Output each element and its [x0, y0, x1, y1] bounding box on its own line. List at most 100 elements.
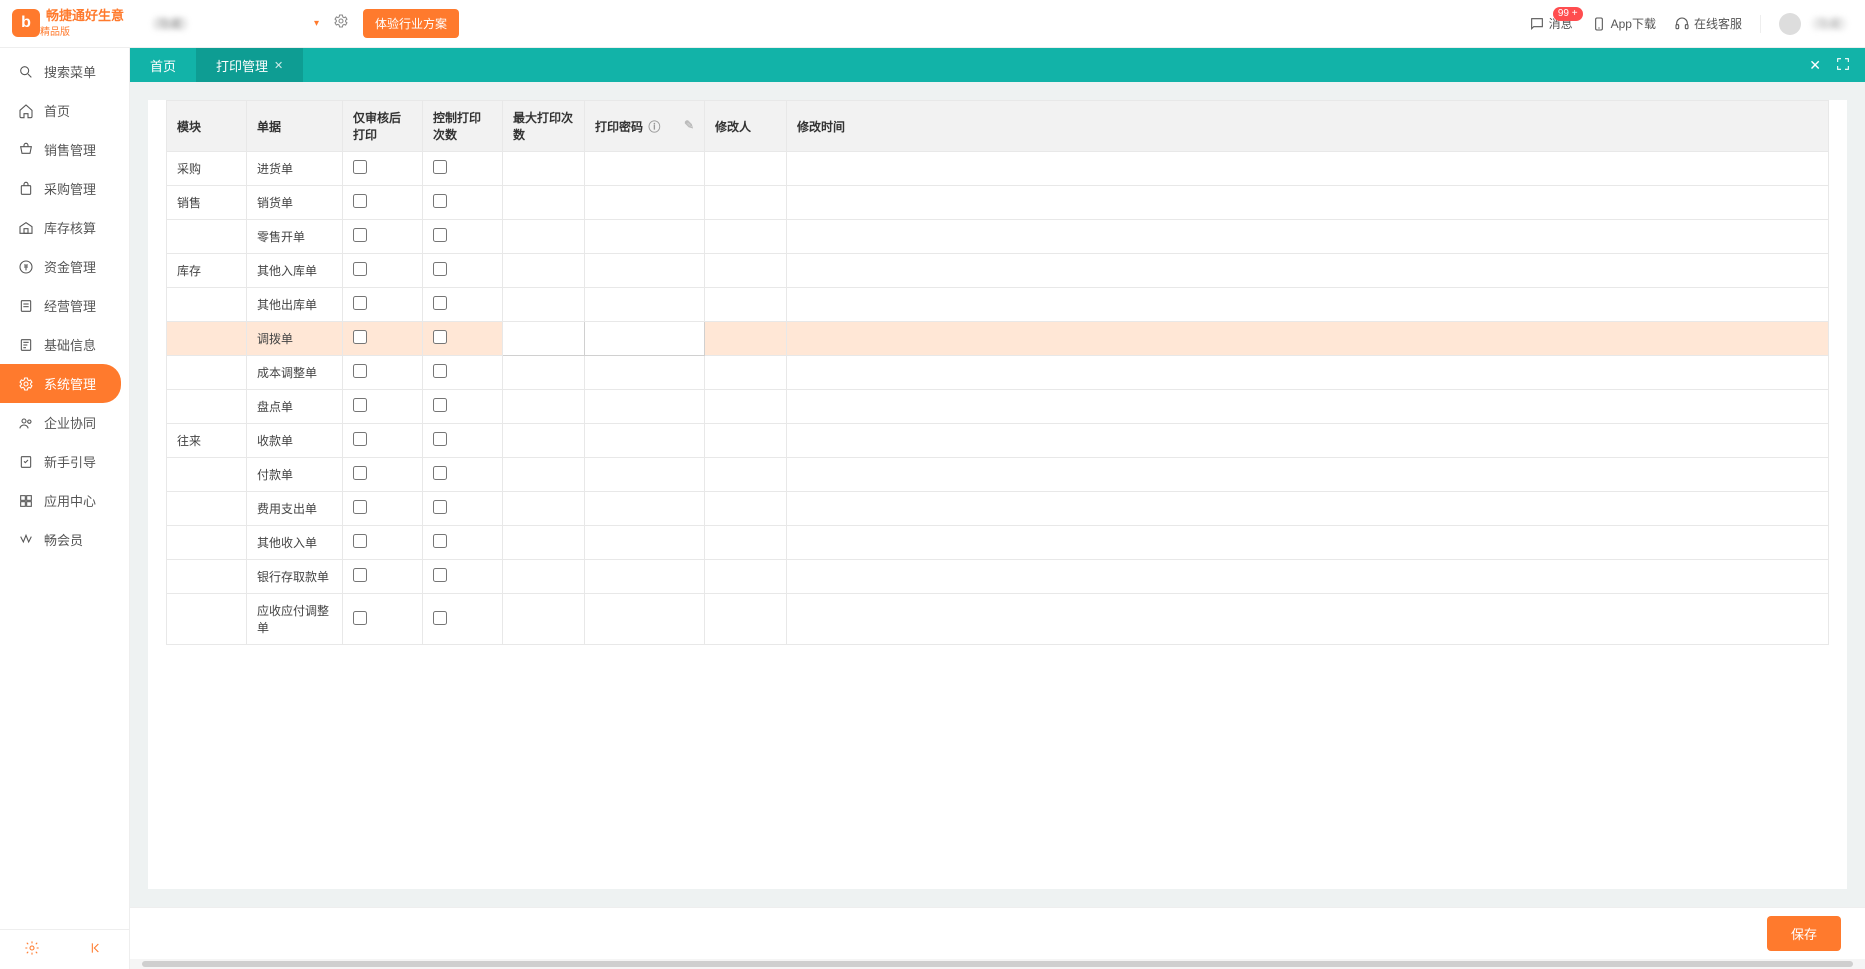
table-row[interactable]: 成本调整单 [167, 356, 1829, 390]
cell-password[interactable] [585, 288, 705, 322]
sidebar-item-cart[interactable]: 销售管理 [0, 130, 129, 169]
sidebar-item-warehouse[interactable]: 库存核算 [0, 208, 129, 247]
app-download-button[interactable]: App下载 [1591, 15, 1656, 32]
cell-max[interactable] [503, 458, 585, 492]
audit-checkbox[interactable] [353, 466, 367, 480]
audit-checkbox[interactable] [353, 296, 367, 310]
table-row[interactable]: 采购进货单 [167, 152, 1829, 186]
audit-checkbox[interactable] [353, 330, 367, 344]
limit-checkbox[interactable] [433, 534, 447, 548]
limit-checkbox[interactable] [433, 500, 447, 514]
cell-max[interactable] [503, 220, 585, 254]
close-icon[interactable]: ✕ [274, 59, 283, 72]
cell-password[interactable] [585, 254, 705, 288]
audit-checkbox[interactable] [353, 432, 367, 446]
company-selector[interactable]: （隐藏） [146, 15, 194, 32]
cell-max[interactable] [503, 152, 585, 186]
cell-password[interactable] [585, 492, 705, 526]
cell-max[interactable] [503, 492, 585, 526]
horizontal-scrollbar[interactable] [130, 959, 1865, 969]
audit-checkbox[interactable] [353, 500, 367, 514]
cell-max[interactable] [503, 594, 585, 645]
cell-password[interactable] [585, 594, 705, 645]
sidebar-item-info[interactable]: 基础信息 [0, 325, 129, 364]
audit-checkbox[interactable] [353, 568, 367, 582]
sidebar-item-vip[interactable]: 畅会员 [0, 520, 129, 559]
audit-checkbox[interactable] [353, 534, 367, 548]
sidebar-item-guide[interactable]: 新手引导 [0, 442, 129, 481]
messages-button[interactable]: 消息 99 + [1529, 15, 1573, 32]
collapse-sidebar-icon[interactable] [89, 940, 105, 959]
cell-password[interactable] [585, 186, 705, 220]
table-row[interactable]: 费用支出单 [167, 492, 1829, 526]
sidebar-item-search[interactable]: 搜索菜单 [0, 52, 129, 91]
table-row[interactable]: 银行存取款单 [167, 560, 1829, 594]
table-row[interactable]: 付款单 [167, 458, 1829, 492]
table-row[interactable]: 调拨单 [167, 322, 1829, 356]
sidebar-item-report[interactable]: 经营管理 [0, 286, 129, 325]
table-row[interactable]: 其他出库单 [167, 288, 1829, 322]
chevron-down-icon[interactable]: ▾ [314, 18, 319, 29]
cell-max[interactable] [503, 356, 585, 390]
cell-password[interactable] [585, 458, 705, 492]
limit-checkbox[interactable] [433, 611, 447, 625]
sidebar-item-bag[interactable]: 采购管理 [0, 169, 129, 208]
cell-max[interactable] [503, 390, 585, 424]
table-row[interactable]: 库存其他入库单 [167, 254, 1829, 288]
limit-checkbox[interactable] [433, 466, 447, 480]
cell-max[interactable] [503, 288, 585, 322]
audit-checkbox[interactable] [353, 194, 367, 208]
cell-password[interactable] [585, 152, 705, 186]
tab-close-all-icon[interactable]: ✕ [1809, 57, 1821, 74]
limit-checkbox[interactable] [433, 432, 447, 446]
table-row[interactable]: 销售销货单 [167, 186, 1829, 220]
audit-checkbox[interactable] [353, 611, 367, 625]
tab-print-management[interactable]: 打印管理 ✕ [196, 48, 303, 82]
cell-max[interactable] [503, 424, 585, 458]
limit-checkbox[interactable] [433, 160, 447, 174]
limit-checkbox[interactable] [433, 194, 447, 208]
audit-checkbox[interactable] [353, 228, 367, 242]
audit-checkbox[interactable] [353, 364, 367, 378]
fullscreen-icon[interactable] [1835, 56, 1851, 75]
cell-max[interactable] [503, 186, 585, 220]
table-row[interactable]: 零售开单 [167, 220, 1829, 254]
cell-max[interactable] [503, 526, 585, 560]
cell-password[interactable] [585, 356, 705, 390]
table-row[interactable]: 往来收款单 [167, 424, 1829, 458]
audit-checkbox[interactable] [353, 262, 367, 276]
help-icon[interactable]: ⓘ [648, 120, 660, 134]
limit-checkbox[interactable] [433, 330, 447, 344]
cell-max[interactable] [503, 254, 585, 288]
save-button[interactable]: 保存 [1767, 916, 1841, 951]
cell-max[interactable] [503, 322, 585, 356]
table-row[interactable]: 其他收入单 [167, 526, 1829, 560]
audit-checkbox[interactable] [353, 398, 367, 412]
limit-checkbox[interactable] [433, 228, 447, 242]
limit-checkbox[interactable] [433, 296, 447, 310]
table-row[interactable]: 应收应付调整单 [167, 594, 1829, 645]
table-row[interactable]: 盘点单 [167, 390, 1829, 424]
audit-checkbox[interactable] [353, 160, 367, 174]
sidebar-item-home[interactable]: 首页 [0, 91, 129, 130]
online-service-button[interactable]: 在线客服 [1674, 15, 1742, 32]
limit-checkbox[interactable] [433, 262, 447, 276]
user-menu[interactable]: （隐藏） [1779, 13, 1853, 35]
edit-icon[interactable]: ✎ [684, 118, 694, 132]
cell-password[interactable] [585, 526, 705, 560]
cell-password[interactable] [585, 390, 705, 424]
cell-max[interactable] [503, 560, 585, 594]
brand-logo[interactable]: b 畅捷通好生意 精品版 [12, 9, 130, 38]
limit-checkbox[interactable] [433, 364, 447, 378]
sidebar-item-team[interactable]: 企业协同 [0, 403, 129, 442]
sidebar-item-apps[interactable]: 应用中心 [0, 481, 129, 520]
limit-checkbox[interactable] [433, 398, 447, 412]
limit-checkbox[interactable] [433, 568, 447, 582]
cell-password[interactable] [585, 322, 705, 356]
sidebar-item-gear[interactable]: 系统管理 [0, 364, 121, 403]
cell-password[interactable] [585, 424, 705, 458]
sidebar-item-money[interactable]: 资金管理 [0, 247, 129, 286]
experience-button[interactable]: 体验行业方案 [363, 9, 459, 38]
cell-password[interactable] [585, 220, 705, 254]
settings-bottom-icon[interactable] [24, 940, 40, 959]
